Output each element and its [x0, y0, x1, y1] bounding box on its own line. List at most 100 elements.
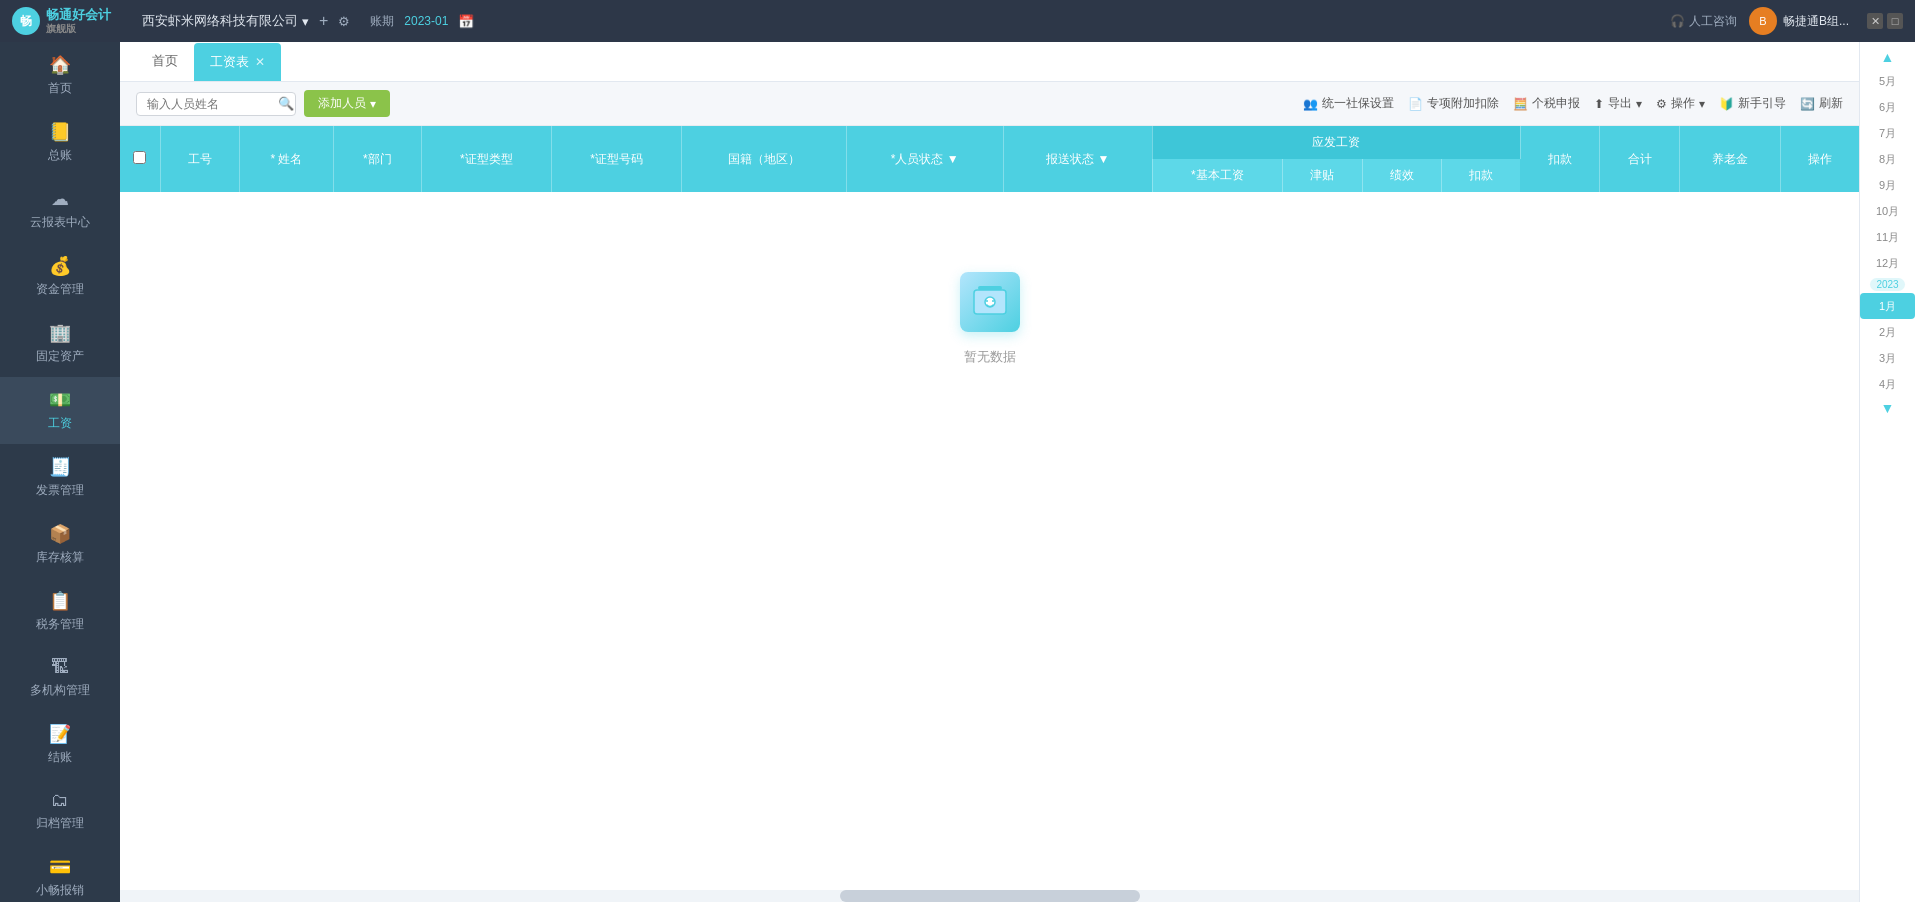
inventory-icon: 📦: [49, 523, 71, 545]
service-button[interactable]: 🎧 人工咨询: [1670, 13, 1737, 30]
scrollbar-thumb[interactable]: [840, 890, 1140, 902]
closing-icon: 📝: [49, 723, 71, 745]
sidebar-item-fund[interactable]: 💰 资金管理: [0, 243, 120, 310]
year-down-btn[interactable]: ▼: [1872, 397, 1904, 419]
period-value[interactable]: 2023-01: [404, 14, 448, 28]
home-icon: 🏠: [49, 54, 71, 76]
tab-home[interactable]: 首页: [136, 43, 194, 81]
tab-home-label: 首页: [152, 52, 178, 70]
close-button[interactable]: ✕: [1867, 13, 1883, 29]
sidebar-label-invoice: 发票管理: [36, 482, 84, 499]
sidebar-item-expense[interactable]: 💳 小畅报销: [0, 844, 120, 902]
th-allowance: 津贴: [1282, 159, 1362, 192]
user-name: 畅捷通B组...: [1783, 13, 1849, 30]
th-staff-status[interactable]: *人员状态 ▼: [846, 126, 1003, 192]
company-name: 西安虾米网络科技有限公司: [142, 12, 298, 30]
year-panel: ▲ 5月 6月 7月 8月 9月 10月 11月 12月 2023 1月 2月 …: [1859, 42, 1915, 902]
fund-icon: 💰: [49, 255, 71, 277]
th-performance: 绩效: [1362, 159, 1442, 192]
logo-icon: 畅: [12, 7, 40, 35]
archive-icon: 🗂: [51, 790, 69, 811]
header-right: 🎧 人工咨询 B 畅捷通B组... ✕ □: [1670, 7, 1903, 35]
avatar: B: [1749, 7, 1777, 35]
tab-bar: 首页 工资表 ✕: [120, 42, 1859, 82]
select-all-checkbox[interactable]: [133, 151, 146, 164]
th-total: 合计: [1600, 126, 1680, 192]
month-7[interactable]: 7月: [1860, 120, 1915, 146]
cloud-icon: ☁: [51, 188, 69, 210]
user-info[interactable]: B 畅捷通B组...: [1749, 7, 1849, 35]
app-title: 畅通好会计: [46, 7, 111, 23]
sidebar-item-fixed-asset[interactable]: 🏢 固定资产: [0, 310, 120, 377]
guide-action-icon: 🔰: [1719, 97, 1734, 111]
month-9[interactable]: 9月: [1860, 172, 1915, 198]
fixed-asset-icon: 🏢: [49, 322, 71, 344]
tax-icon: 📋: [49, 590, 71, 612]
export-label: 导出: [1608, 95, 1632, 112]
svg-point-2: [985, 297, 995, 307]
guide-btn[interactable]: 🔰 新手引导: [1719, 95, 1786, 112]
invoice-icon: 🧾: [49, 456, 71, 478]
search-input[interactable]: [136, 92, 296, 116]
month-11[interactable]: 11月: [1860, 224, 1915, 250]
empty-state-row: 暂无数据: [120, 192, 1859, 446]
th-checkbox[interactable]: [120, 126, 160, 192]
add-employee-button[interactable]: 添加人员 ▾: [304, 90, 390, 117]
logo-area: 畅 畅通好会计 旗舰版: [12, 7, 132, 35]
top-header: 畅 畅通好会计 旗舰版 西安虾米网络科技有限公司 ▾ + ⚙ 账期 2023-0…: [0, 0, 1915, 42]
toolbar-actions: 👥 统一社保设置 📄 专项附加扣除 🧮 个税申报 ⬆ 导出 ▾: [1303, 95, 1843, 112]
empty-icon: [960, 272, 1020, 332]
operation-icon: ⚙: [1656, 97, 1667, 111]
tab-close-icon[interactable]: ✕: [255, 55, 265, 69]
table-container: 工号 * 姓名 *部门 *证型类型 *证型号码 国籍（地区） *人员状态 ▼ 报…: [120, 126, 1859, 890]
maximize-button[interactable]: □: [1887, 13, 1903, 29]
social-security-btn[interactable]: 👥 统一社保设置: [1303, 95, 1394, 112]
svg-point-4: [992, 300, 994, 302]
sidebar-item-closing[interactable]: 📝 结账: [0, 711, 120, 778]
individual-tax-btn[interactable]: 🧮 个税申报: [1513, 95, 1580, 112]
operation-btn[interactable]: ⚙ 操作 ▾: [1656, 95, 1705, 112]
sidebar-item-tax[interactable]: 📋 税务管理: [0, 578, 120, 645]
sidebar-item-invoice[interactable]: 🧾 发票管理: [0, 444, 120, 511]
month-2-2023[interactable]: 2月: [1860, 319, 1915, 345]
sidebar-item-salary[interactable]: 💵 工资: [0, 377, 120, 444]
main-content: 首页 工资表 ✕ 🔍 添加人员 ▾ 👥 统一社保设置: [120, 42, 1859, 902]
month-6[interactable]: 6月: [1860, 94, 1915, 120]
sidebar-item-cloud-report[interactable]: ☁ 云报表中心: [0, 176, 120, 243]
settings-icon[interactable]: ⚙: [338, 14, 350, 29]
sidebar-label-multi-org: 多机构管理: [30, 682, 90, 699]
tab-salary-label: 工资表: [210, 53, 249, 71]
service-label: 人工咨询: [1689, 13, 1737, 30]
month-12[interactable]: 12月: [1860, 250, 1915, 276]
search-icon[interactable]: 🔍: [278, 96, 294, 111]
month-5[interactable]: 5月: [1860, 68, 1915, 94]
export-btn[interactable]: ⬆ 导出 ▾: [1594, 95, 1642, 112]
refresh-btn[interactable]: 🔄 刷新: [1800, 95, 1843, 112]
th-base-salary: *基本工资: [1152, 159, 1282, 192]
month-4-2023[interactable]: 4月: [1860, 371, 1915, 397]
scrollbar-track[interactable]: [120, 890, 1859, 902]
month-1-2023[interactable]: 1月: [1860, 293, 1915, 319]
sidebar-item-home[interactable]: 🏠 首页: [0, 42, 120, 109]
expense-icon: 💳: [49, 856, 71, 878]
year-up-btn[interactable]: ▲: [1872, 46, 1904, 68]
th-report-status[interactable]: 报送状态 ▼: [1003, 126, 1152, 192]
ledger-icon: 📒: [49, 121, 71, 143]
add-company-icon[interactable]: +: [319, 12, 328, 30]
sidebar-item-multi-org[interactable]: 🏗 多机构管理: [0, 645, 120, 711]
add-employee-label: 添加人员: [318, 95, 366, 112]
sidebar-item-archive[interactable]: 🗂 归档管理: [0, 778, 120, 844]
sidebar-item-inventory[interactable]: 📦 库存核算: [0, 511, 120, 578]
sidebar-label-tax: 税务管理: [36, 616, 84, 633]
special-deduction-btn[interactable]: 📄 专项附加扣除: [1408, 95, 1499, 112]
month-10[interactable]: 10月: [1860, 198, 1915, 224]
month-3-2023[interactable]: 3月: [1860, 345, 1915, 371]
calendar-icon[interactable]: 📅: [458, 14, 474, 29]
sidebar-label-fixed-asset: 固定资产: [36, 348, 84, 365]
guide-action-label: 新手引导: [1738, 95, 1786, 112]
sidebar-item-ledger[interactable]: 📒 总账: [0, 109, 120, 176]
tab-salary[interactable]: 工资表 ✕: [194, 43, 281, 81]
company-selector[interactable]: 西安虾米网络科技有限公司 ▾: [142, 12, 309, 30]
month-8[interactable]: 8月: [1860, 146, 1915, 172]
individual-tax-label: 个税申报: [1532, 95, 1580, 112]
